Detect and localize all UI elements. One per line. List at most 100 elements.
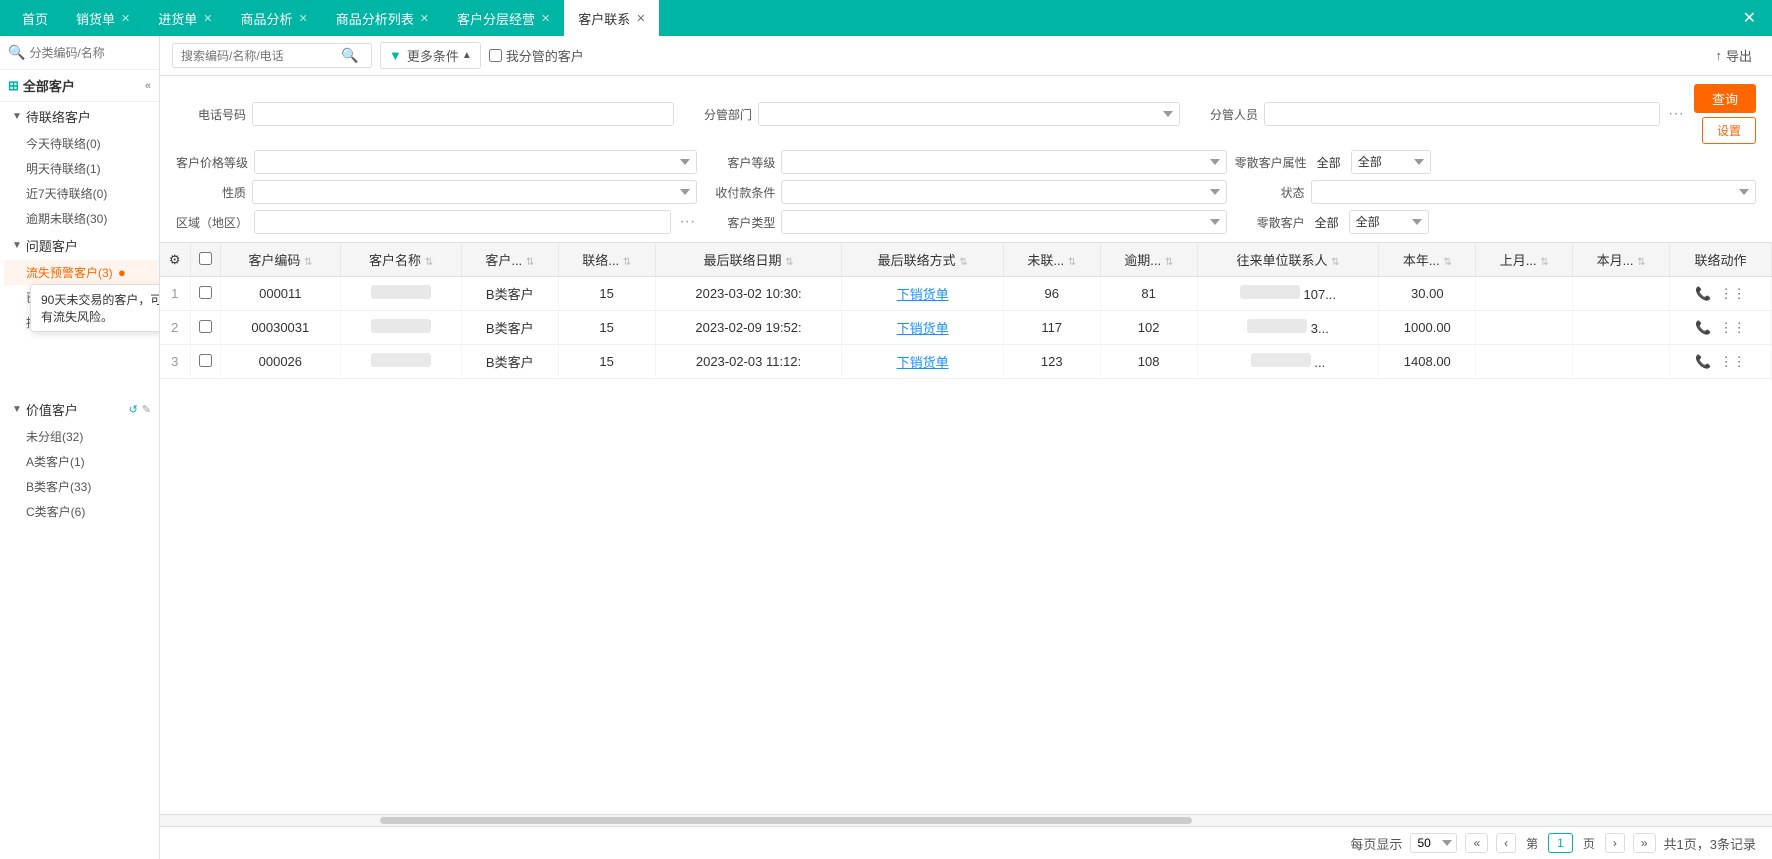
settings-button[interactable]: 设置 bbox=[1702, 117, 1756, 144]
sidebar-item-b-class[interactable]: B类客户(33) bbox=[4, 474, 159, 499]
per-page-select[interactable]: 50 100 200 bbox=[1410, 833, 1457, 853]
select-all-checkbox[interactable] bbox=[199, 252, 212, 265]
search-button-icon[interactable]: 🔍 bbox=[341, 47, 358, 64]
sidebar-item-a-class[interactable]: A类客户(1) bbox=[4, 449, 159, 474]
col-name-header[interactable]: 客户名称 ⇅ bbox=[341, 243, 462, 277]
nav-customer-tier[interactable]: 客户分层经营 ✕ bbox=[443, 0, 564, 36]
last-method-link[interactable]: 下销货单 bbox=[897, 321, 949, 336]
nav-goods-analysis[interactable]: 商品分析 ✕ bbox=[226, 0, 321, 36]
sidebar-item-churn-warning[interactable]: 流失预警客户(3) ● bbox=[4, 260, 159, 285]
sidebar-all-customers[interactable]: ⊞ 全部客户 « bbox=[0, 70, 159, 102]
group-value-customers[interactable]: ▼ 价值客户 ↺ ✎ bbox=[0, 395, 159, 424]
value-refresh-icon[interactable]: ↺ bbox=[129, 403, 138, 416]
row-checkbox-cell[interactable] bbox=[190, 311, 220, 345]
row-action[interactable]: 📞 ⋮⋮ bbox=[1670, 277, 1772, 311]
action-phone-icon[interactable]: 📞 bbox=[1695, 320, 1711, 336]
nav-sales[interactable]: 销货单 ✕ bbox=[62, 0, 144, 36]
person-dots-btn[interactable]: ··· bbox=[1666, 105, 1686, 123]
row-last-method[interactable]: 下销货单 bbox=[842, 345, 1003, 379]
row-checkbox[interactable] bbox=[199, 354, 212, 367]
search-input[interactable] bbox=[181, 49, 341, 63]
sidebar-item-c-class[interactable]: C类客户(6) bbox=[4, 499, 159, 524]
row-action[interactable]: 📞 ⋮⋮ bbox=[1670, 311, 1772, 345]
sidebar-search-input[interactable] bbox=[29, 46, 160, 60]
col-type-header[interactable]: 客户... ⇅ bbox=[461, 243, 558, 277]
sidebar: 🔍 ⊞ 全部客户 « ▼ 待联络客户 今天待联络(0) 明天待联络(1) 近7天… bbox=[0, 36, 160, 859]
col-thisyear-header[interactable]: 本年... ⇅ bbox=[1379, 243, 1476, 277]
col-uncontacted-sort: ⇅ bbox=[1068, 257, 1076, 268]
action-more-icon[interactable]: ⋮⋮ bbox=[1720, 320, 1746, 336]
first-page-button[interactable]: « bbox=[1465, 833, 1488, 853]
retail-attr-select[interactable]: 全部 bbox=[1351, 150, 1431, 174]
status-select[interactable] bbox=[1311, 180, 1756, 204]
my-customers-checkbox-area[interactable]: 我分管的客户 bbox=[489, 46, 584, 65]
cust-grade-select[interactable] bbox=[781, 150, 1226, 174]
row-checkbox-cell[interactable] bbox=[190, 277, 220, 311]
query-button[interactable]: 查询 bbox=[1694, 84, 1756, 113]
my-customers-checkbox[interactable] bbox=[489, 49, 502, 62]
horizontal-scrollbar-thumb[interactable] bbox=[380, 817, 1192, 824]
row-checkbox[interactable] bbox=[199, 286, 212, 299]
col-lastmethod-header[interactable]: 最后联络方式 ⇅ bbox=[842, 243, 1003, 277]
nav-purchase[interactable]: 进货单 ✕ bbox=[144, 0, 226, 36]
col-uncontacted-header[interactable]: 未联... ⇅ bbox=[1003, 243, 1100, 277]
next-page-button[interactable]: › bbox=[1605, 833, 1625, 853]
nav-goods-analysis-close[interactable]: ✕ bbox=[299, 12, 308, 25]
payment-select[interactable] bbox=[781, 180, 1226, 204]
person-input[interactable] bbox=[1264, 102, 1660, 126]
more-conditions-button[interactable]: ▼ 更多条件 ▲ bbox=[380, 42, 481, 69]
sidebar-collapse-btn[interactable]: « bbox=[145, 80, 151, 92]
group-problem-customers[interactable]: ▼ 问题客户 bbox=[0, 231, 159, 260]
row-checkbox[interactable] bbox=[199, 320, 212, 333]
horizontal-scrollbar-container[interactable] bbox=[160, 814, 1772, 826]
nav-sales-close[interactable]: ✕ bbox=[121, 12, 130, 25]
sidebar-item-today[interactable]: 今天待联络(0) bbox=[4, 131, 159, 156]
col-checkbox-header[interactable] bbox=[190, 243, 220, 277]
cust-type-select[interactable] bbox=[781, 210, 1226, 234]
action-phone-icon[interactable]: 📞 bbox=[1695, 286, 1711, 302]
col-thismonth-header[interactable]: 本月... ⇅ bbox=[1573, 243, 1670, 277]
dept-select[interactable] bbox=[758, 102, 1180, 126]
nav-customer-tier-close[interactable]: ✕ bbox=[541, 12, 550, 25]
last-method-link[interactable]: 下销货单 bbox=[897, 355, 949, 370]
action-phone-icon[interactable]: 📞 bbox=[1695, 354, 1711, 370]
nav-goods-list-close[interactable]: ✕ bbox=[420, 12, 429, 25]
value-edit-icon[interactable]: ✎ bbox=[142, 403, 151, 416]
row-checkbox-cell[interactable] bbox=[190, 345, 220, 379]
col-contact-header[interactable]: 联络... ⇅ bbox=[558, 243, 655, 277]
col-settings[interactable]: ⚙ bbox=[160, 243, 190, 277]
col-lastdate-header[interactable]: 最后联络日期 ⇅ bbox=[655, 243, 842, 277]
sidebar-item-unclassified[interactable]: 未分组(32) bbox=[4, 424, 159, 449]
nav-purchase-close[interactable]: ✕ bbox=[203, 12, 212, 25]
col-overdue-header[interactable]: 逾期... ⇅ bbox=[1100, 243, 1197, 277]
nature-select[interactable] bbox=[252, 180, 697, 204]
pending-contact-items: 今天待联络(0) 明天待联络(1) 近7天待联络(0) 逾期未联络(30) bbox=[0, 131, 159, 231]
action-more-icon[interactable]: ⋮⋮ bbox=[1720, 354, 1746, 370]
last-method-link[interactable]: 下销货单 bbox=[897, 287, 949, 302]
group-pending-contact[interactable]: ▼ 待联络客户 bbox=[0, 102, 159, 131]
sidebar-item-overdue[interactable]: 逾期未联络(30) bbox=[4, 206, 159, 231]
action-more-icon[interactable]: ⋮⋮ bbox=[1720, 286, 1746, 302]
row-this-month bbox=[1573, 277, 1670, 311]
row-last-method[interactable]: 下销货单 bbox=[842, 277, 1003, 311]
nav-customer-contact[interactable]: 客户联系 ✕ bbox=[564, 0, 659, 36]
prev-page-button[interactable]: ‹ bbox=[1496, 833, 1516, 853]
area-input[interactable] bbox=[254, 210, 671, 234]
sidebar-item-tomorrow[interactable]: 明天待联络(1) bbox=[4, 156, 159, 181]
col-contact2-header[interactable]: 往来单位联系人 ⇅ bbox=[1197, 243, 1379, 277]
col-lastmonth-header[interactable]: 上月... ⇅ bbox=[1476, 243, 1573, 277]
row-action[interactable]: 📞 ⋮⋮ bbox=[1670, 345, 1772, 379]
price-grade-select[interactable] bbox=[254, 150, 697, 174]
sidebar-item-7days[interactable]: 近7天待联络(0) bbox=[4, 181, 159, 206]
retail-cust-select[interactable]: 全部 bbox=[1349, 210, 1429, 234]
nav-goods-list[interactable]: 商品分析列表 ✕ bbox=[322, 0, 443, 36]
export-button[interactable]: ↑ 导出 bbox=[1707, 43, 1760, 68]
phone-input[interactable] bbox=[252, 102, 674, 126]
row-last-method[interactable]: 下销货单 bbox=[842, 311, 1003, 345]
nav-home[interactable]: 首页 bbox=[8, 0, 62, 36]
nav-customer-contact-close[interactable]: ✕ bbox=[636, 12, 645, 25]
area-dots-btn[interactable]: ··· bbox=[677, 213, 697, 231]
col-code-header[interactable]: 客户编码 ⇅ bbox=[220, 243, 341, 277]
window-close-button[interactable]: ✕ bbox=[1735, 8, 1764, 28]
last-page-button[interactable]: » bbox=[1633, 833, 1656, 853]
